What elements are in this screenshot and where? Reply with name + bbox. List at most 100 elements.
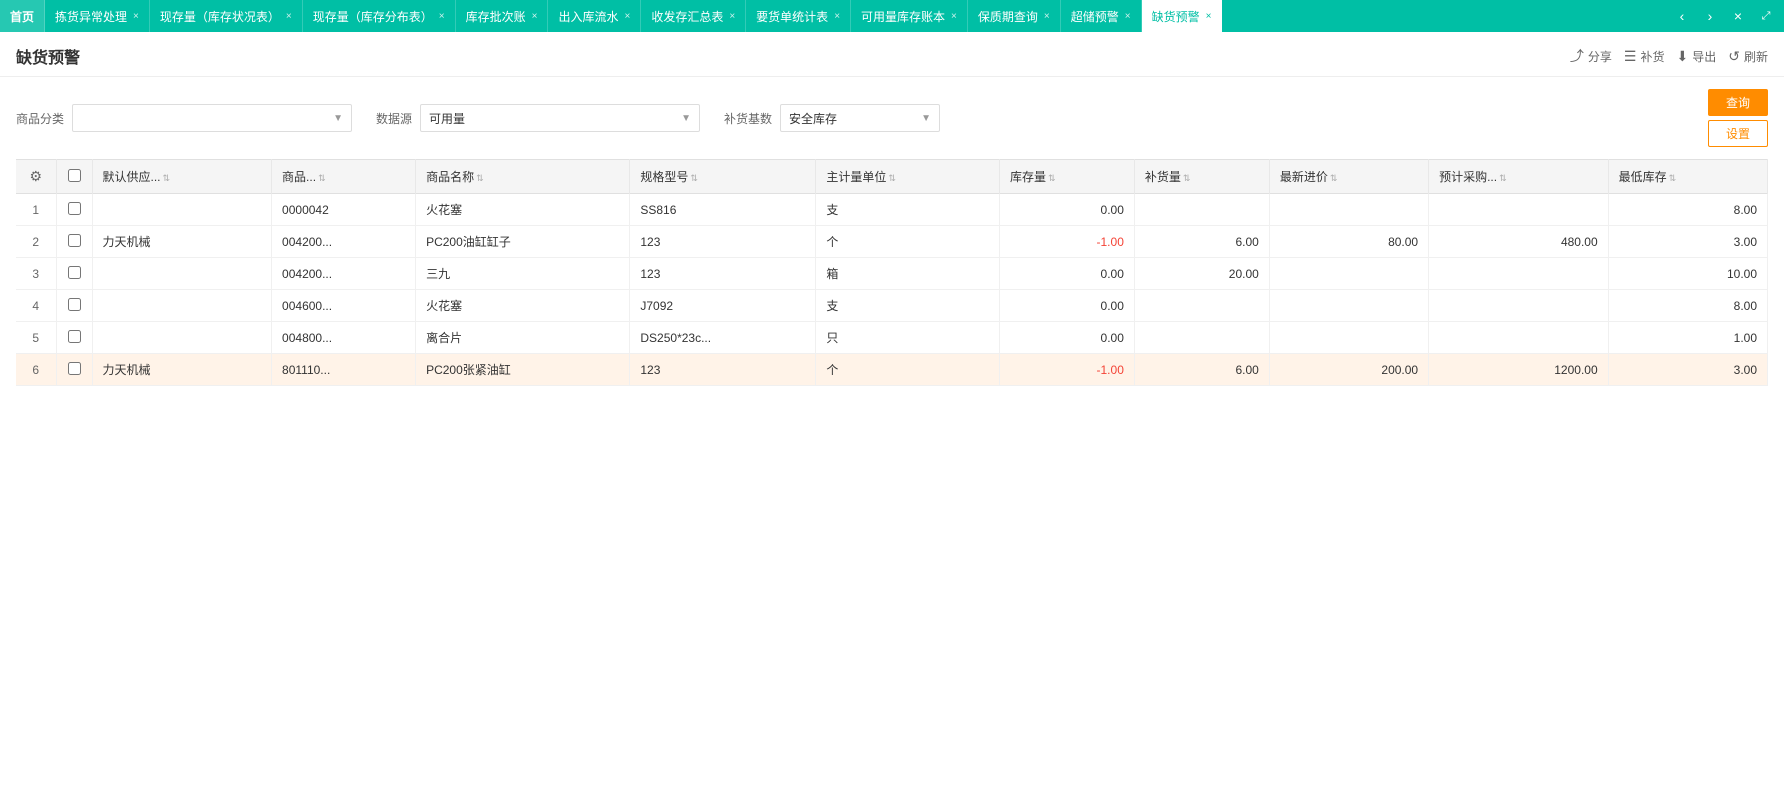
row-replenish-qty xyxy=(1134,194,1269,226)
datasource-select[interactable]: 可用量 ▼ xyxy=(420,104,700,132)
col-header-checkbox[interactable] xyxy=(56,160,92,194)
col-header-product-name[interactable]: 商品名称⇅ xyxy=(416,160,630,194)
nav-tab-inventory-dist-label: 现存量（库存分布表） xyxy=(313,8,433,25)
row-checkbox-cell[interactable] xyxy=(56,194,92,226)
filter-area: 商品分类 ▼ 数据源 可用量 ▼ 补货基数 安全库存 ▼ 查询 设置 xyxy=(0,77,1784,159)
row-product-name: PC200张紧油缸 xyxy=(416,354,630,386)
row-stock-qty: 0.00 xyxy=(999,194,1134,226)
refresh-button[interactable]: ↺ 刷新 xyxy=(1728,48,1768,65)
col-header-unit[interactable]: 主计量单位⇅ xyxy=(816,160,1000,194)
col-header-default-supplier[interactable]: 默认供应...⇅ xyxy=(92,160,272,194)
nav-tab-batch-account[interactable]: 库存批次账 × xyxy=(456,0,549,32)
nav-tab-inout-flow-close[interactable]: × xyxy=(624,11,630,22)
filter-actions: 查询 设置 xyxy=(1708,89,1768,147)
nav-tab-available-ledger[interactable]: 可用量库存账本 × xyxy=(851,0,968,32)
row-stock-qty: 0.00 xyxy=(999,322,1134,354)
nav-tab-home-label: 首页 xyxy=(10,8,34,25)
row-spec-model: 123 xyxy=(630,226,816,258)
nav-tab-expiry-query-label: 保质期查询 xyxy=(978,8,1038,25)
replenish-button[interactable]: ☰ 补货 xyxy=(1624,48,1665,65)
row-checkbox-cell[interactable] xyxy=(56,258,92,290)
col-header-replenish-qty[interactable]: 补货量⇅ xyxy=(1134,160,1269,194)
col-header-estimated-purchase[interactable]: 预计采购...⇅ xyxy=(1429,160,1609,194)
col-header-settings[interactable]: ⚙ xyxy=(16,160,56,194)
sort-icon-estimated: ⇅ xyxy=(1499,173,1507,183)
nav-fullscreen-button[interactable]: ⤢ xyxy=(1752,2,1780,30)
filter-category-label: 商品分类 xyxy=(16,110,64,127)
row-product-code: 004800... xyxy=(272,322,416,354)
row-checkbox[interactable] xyxy=(68,234,81,247)
row-estimated-purchase xyxy=(1429,290,1609,322)
category-select[interactable]: ▼ xyxy=(72,104,352,132)
row-latest-price: 200.00 xyxy=(1269,354,1428,386)
col-header-min-stock[interactable]: 最低库存⇅ xyxy=(1608,160,1767,194)
nav-tab-requisition-stat-close[interactable]: × xyxy=(834,11,840,22)
table-row: 6 力天机械 801110... PC200张紧油缸 123 个 -1.00 6… xyxy=(16,354,1768,386)
share-label: 分享 xyxy=(1588,48,1612,65)
nav-tab-receipt-summary-close[interactable]: × xyxy=(729,11,735,22)
nav-prev-button[interactable]: ‹ xyxy=(1668,2,1696,30)
settings-button[interactable]: 设置 xyxy=(1708,120,1768,147)
nav-tab-inventory-dist[interactable]: 现存量（库存分布表） × xyxy=(303,0,456,32)
row-checkbox[interactable] xyxy=(68,298,81,311)
col-header-stock-qty[interactable]: 库存量⇅ xyxy=(999,160,1134,194)
table-header-row: ⚙ 默认供应...⇅ 商品...⇅ 商品名称⇅ 规格型号⇅ xyxy=(16,160,1768,194)
row-checkbox[interactable] xyxy=(68,330,81,343)
nav-tab-overstock-warning[interactable]: 超储预警 × xyxy=(1061,0,1142,32)
row-replenish-qty: 6.00 xyxy=(1134,226,1269,258)
nav-tab-requisition-stat[interactable]: 要货单统计表 × xyxy=(746,0,851,32)
nav-tab-inventory-status[interactable]: 现存量（库存状况表） × xyxy=(150,0,303,32)
row-checkbox-cell[interactable] xyxy=(56,322,92,354)
row-spec-model: DS250*23c... xyxy=(630,322,816,354)
row-checkbox[interactable] xyxy=(68,362,81,375)
row-checkbox-cell[interactable] xyxy=(56,226,92,258)
row-checkbox[interactable] xyxy=(68,266,81,279)
row-default-supplier xyxy=(92,322,272,354)
col-header-spec-model[interactable]: 规格型号⇅ xyxy=(630,160,816,194)
filter-replenish-base-label: 补货基数 xyxy=(724,110,772,127)
nav-tab-inventory-dist-close[interactable]: × xyxy=(439,11,445,22)
nav-tab-batch-account-label: 库存批次账 xyxy=(466,8,526,25)
col-header-latest-price[interactable]: 最新进价⇅ xyxy=(1269,160,1428,194)
nav-tab-receipt-summary[interactable]: 收发存汇总表 × xyxy=(641,0,746,32)
nav-close-button[interactable]: × xyxy=(1724,2,1752,30)
gear-icon[interactable]: ⚙ xyxy=(29,168,42,184)
row-latest-price xyxy=(1269,322,1428,354)
row-latest-price xyxy=(1269,290,1428,322)
col-header-product-code[interactable]: 商品...⇅ xyxy=(272,160,416,194)
row-index: 6 xyxy=(16,354,56,386)
row-estimated-purchase xyxy=(1429,322,1609,354)
table-row: 1 0000042 火花塞 SS816 支 0.00 8.00 xyxy=(16,194,1768,226)
nav-tab-refine-exception-close[interactable]: × xyxy=(133,11,139,22)
row-stock-qty: -1.00 xyxy=(999,354,1134,386)
nav-next-button[interactable]: › xyxy=(1696,2,1724,30)
select-all-checkbox[interactable] xyxy=(68,169,81,182)
replenish-base-select[interactable]: 安全库存 ▼ xyxy=(780,104,940,132)
nav-tab-available-ledger-close[interactable]: × xyxy=(951,11,957,22)
nav-tab-available-ledger-label: 可用量库存账本 xyxy=(861,8,945,25)
top-nav: 首页 拣货异常处理 × 现存量（库存状况表） × 现存量（库存分布表） × 库存… xyxy=(0,0,1784,32)
query-button[interactable]: 查询 xyxy=(1708,89,1768,116)
sort-icon-replenish: ⇅ xyxy=(1183,173,1191,183)
row-checkbox-cell[interactable] xyxy=(56,290,92,322)
row-replenish-qty: 20.00 xyxy=(1134,258,1269,290)
sort-icon-code: ⇅ xyxy=(318,173,326,183)
nav-tab-expiry-query-close[interactable]: × xyxy=(1044,11,1050,22)
row-checkbox[interactable] xyxy=(68,202,81,215)
nav-tab-inventory-status-close[interactable]: × xyxy=(286,11,292,22)
nav-tab-inout-flow[interactable]: 出入库流水 × xyxy=(548,0,641,32)
nav-tab-shortage-warning-close[interactable]: × xyxy=(1206,11,1212,22)
row-replenish-qty: 6.00 xyxy=(1134,354,1269,386)
share-button[interactable]: ⤴ 分享 xyxy=(1570,46,1612,66)
refresh-icon: ↺ xyxy=(1728,48,1740,65)
nav-tab-batch-account-close[interactable]: × xyxy=(532,11,538,22)
export-button[interactable]: ⬇ 导出 xyxy=(1677,48,1717,65)
row-checkbox-cell[interactable] xyxy=(56,354,92,386)
nav-tab-shortage-warning[interactable]: 缺货预警 × xyxy=(1142,0,1223,32)
row-product-name: 火花塞 xyxy=(416,290,630,322)
nav-tab-expiry-query[interactable]: 保质期查询 × xyxy=(968,0,1061,32)
nav-tab-refine-exception[interactable]: 拣货异常处理 × xyxy=(45,0,150,32)
nav-tab-home[interactable]: 首页 xyxy=(0,0,45,32)
row-default-supplier xyxy=(92,258,272,290)
nav-tab-overstock-warning-close[interactable]: × xyxy=(1125,11,1131,22)
